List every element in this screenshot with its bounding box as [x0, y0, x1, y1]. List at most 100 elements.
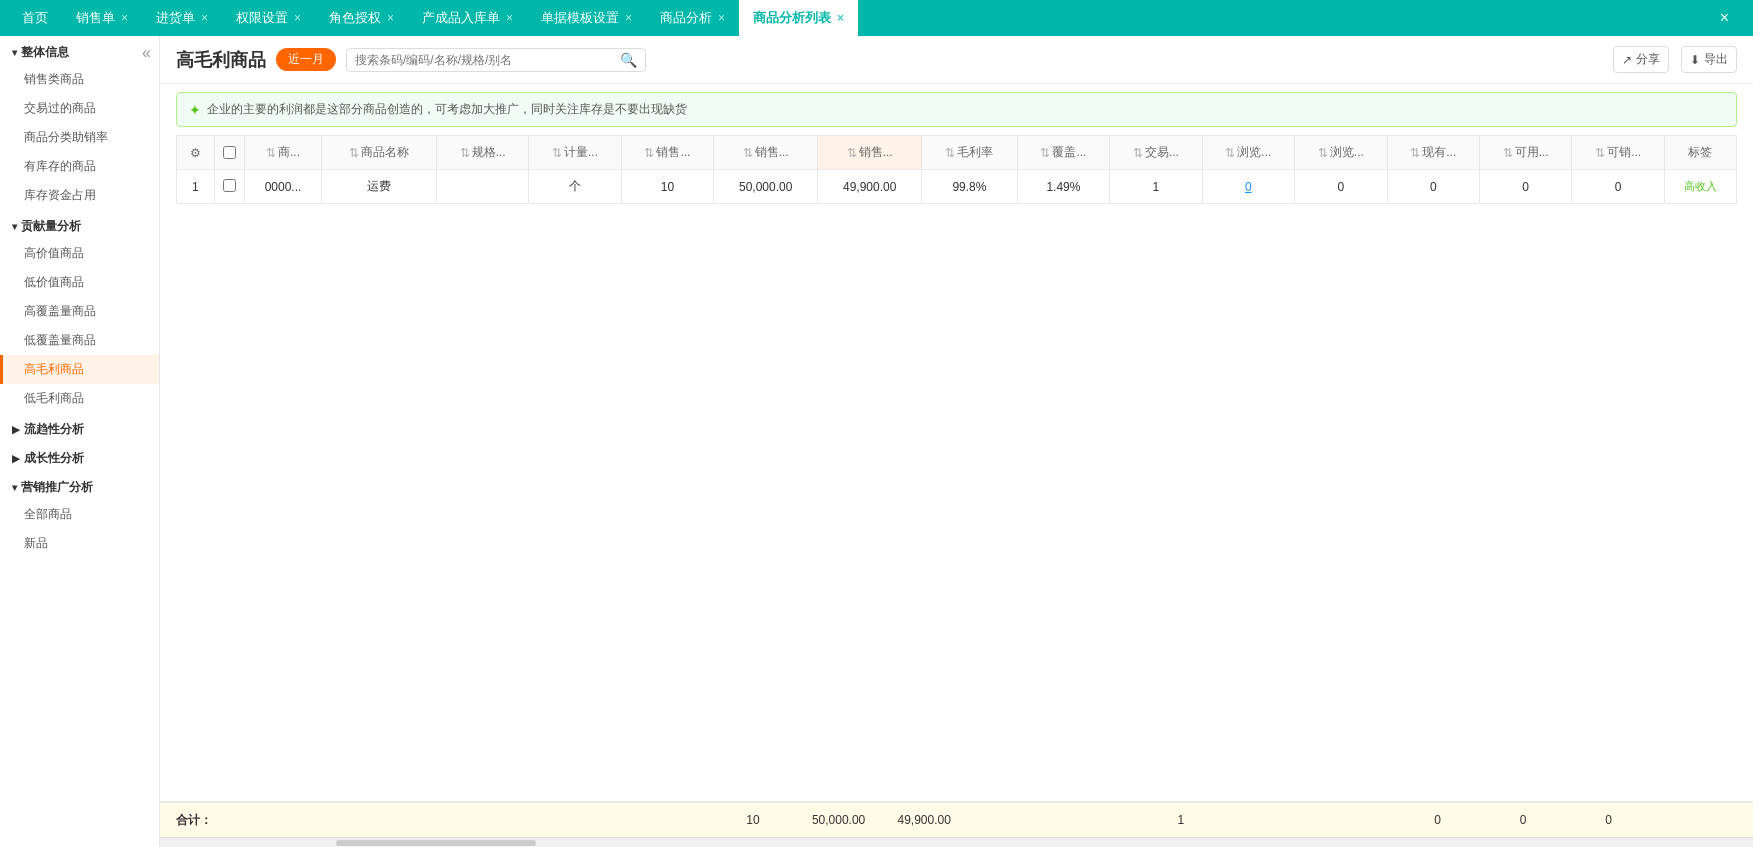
- nav-product-analysis-list[interactable]: 商品分析列表 ×: [739, 0, 858, 36]
- col-sales-profit[interactable]: ⇅销售...: [818, 136, 922, 170]
- item-label: 有库存的商品: [24, 159, 96, 173]
- scrollbar-thumb[interactable]: [336, 840, 536, 846]
- col-gross-margin[interactable]: ⇅毛利率: [922, 136, 1018, 170]
- close-icon[interactable]: ×: [201, 11, 208, 25]
- close-icon[interactable]: ×: [625, 11, 632, 25]
- cell-checkbox[interactable]: [214, 170, 244, 204]
- col-checkbox[interactable]: [214, 136, 244, 170]
- row-checkbox[interactable]: [223, 179, 236, 192]
- export-button[interactable]: ⬇ 导出: [1681, 46, 1737, 73]
- sidebar-item-low-coverage[interactable]: 低覆盖量商品: [0, 326, 159, 355]
- sidebar-item-all-products[interactable]: 全部商品: [0, 500, 159, 529]
- col-label: 可用...: [1515, 144, 1549, 161]
- footer-browse1: [1224, 811, 1310, 829]
- header-actions: ↗ 分享 ⬇ 导出: [1613, 46, 1737, 73]
- nav-label: 产成品入库单: [422, 9, 500, 27]
- search-input[interactable]: [355, 53, 620, 67]
- col-current-stock[interactable]: ⇅现有...: [1387, 136, 1479, 170]
- sidebar-group-trend[interactable]: ▶ 流趋性分析: [0, 413, 159, 442]
- cell-sales-qty: 10: [621, 170, 713, 204]
- export-icon: ⬇: [1690, 53, 1700, 67]
- sidebar-item-high-value[interactable]: 高价值商品: [0, 239, 159, 268]
- cell-unit: 个: [529, 170, 621, 204]
- sidebar-group-contribution[interactable]: ▾ 贡献量分析: [0, 210, 159, 239]
- close-icon[interactable]: ×: [121, 11, 128, 25]
- nav-purchase-order[interactable]: 进货单 ×: [142, 0, 222, 36]
- col-name[interactable]: ⇅商品名称: [322, 136, 436, 170]
- sidebar-group-marketing[interactable]: ▾ 营销推广分析: [0, 471, 159, 500]
- sort-icon: ⇅: [1225, 146, 1235, 160]
- share-button[interactable]: ↗ 分享: [1613, 46, 1669, 73]
- col-label: 可销...: [1607, 144, 1641, 161]
- col-label: 销售...: [755, 144, 789, 161]
- sidebar-item-in-stock[interactable]: 有库存的商品: [0, 152, 159, 181]
- cell-sales-amount: 50,000.00: [714, 170, 818, 204]
- notice-bar: ✦ 企业的主要的利润都是这部分商品创造的，可考虑加大推广，同时关注库存是不要出现…: [176, 92, 1737, 127]
- col-sales-qty[interactable]: ⇅销售...: [621, 136, 713, 170]
- cell-name: 运费: [322, 170, 436, 204]
- nav-product-inbound[interactable]: 产成品入库单 ×: [408, 0, 527, 36]
- sidebar-collapse-button[interactable]: «: [142, 44, 151, 62]
- cell-num: 1: [177, 170, 215, 204]
- sidebar-item-stock-capital[interactable]: 库存资金占用: [0, 181, 159, 210]
- table-container: ⚙ ⇅商... ⇅商品名称 ⇅规格...: [160, 135, 1753, 801]
- close-icon[interactable]: ×: [387, 11, 394, 25]
- sort-icon: ⇅: [349, 146, 359, 160]
- chevron-down-icon: ▾: [12, 221, 17, 232]
- close-icon[interactable]: ×: [506, 11, 513, 25]
- close-icon[interactable]: ×: [718, 11, 725, 25]
- cell-sellable-stock: 0: [1572, 170, 1664, 204]
- col-tag[interactable]: 标签: [1664, 136, 1736, 170]
- filter-recent-month-button[interactable]: 近一月: [276, 48, 336, 71]
- footer-sales-profit: 49,900.00: [881, 811, 967, 829]
- nav-label: 商品分析: [660, 9, 712, 27]
- nav-sales-order[interactable]: 销售单 ×: [62, 0, 142, 36]
- footer-spacer1: [256, 811, 305, 829]
- horizontal-scrollbar[interactable]: [160, 837, 1753, 847]
- cell-browse1[interactable]: 0: [1202, 170, 1294, 204]
- sidebar-item-low-margin[interactable]: 低毛利商品: [0, 384, 159, 413]
- sidebar-item-low-value[interactable]: 低价值商品: [0, 268, 159, 297]
- col-code[interactable]: ⇅商...: [244, 136, 322, 170]
- nav-permission-settings[interactable]: 权限设置 ×: [222, 0, 315, 36]
- col-sellable-stock[interactable]: ⇅可销...: [1572, 136, 1664, 170]
- footer-current-stock: 0: [1395, 811, 1481, 829]
- sidebar-group-growth[interactable]: ▶ 成长性分析: [0, 442, 159, 471]
- col-browse2[interactable]: ⇅浏览...: [1295, 136, 1387, 170]
- share-label: 分享: [1636, 51, 1660, 68]
- select-all-checkbox[interactable]: [223, 146, 236, 159]
- footer-spacer4: [439, 811, 539, 829]
- sidebar-item-category-rate[interactable]: 商品分类助销率: [0, 123, 159, 152]
- sidebar-item-new-products[interactable]: 新品: [0, 529, 159, 558]
- sidebar-group-overall[interactable]: ▾ 整体信息: [0, 36, 159, 65]
- col-unit[interactable]: ⇅计量...: [529, 136, 621, 170]
- cell-code: 0000...: [244, 170, 322, 204]
- chevron-right-icon: ▶: [12, 453, 20, 464]
- main-layout: « ▾ 整体信息 销售类商品 交易过的商品 商品分类助销率 有库存的商品 库存资…: [0, 36, 1753, 847]
- col-available-stock[interactable]: ⇅可用...: [1479, 136, 1571, 170]
- col-spec[interactable]: ⇅规格...: [436, 136, 528, 170]
- col-settings[interactable]: ⚙: [177, 136, 215, 170]
- col-coverage[interactable]: ⇅覆盖...: [1017, 136, 1109, 170]
- sidebar-item-high-coverage[interactable]: 高覆盖量商品: [0, 297, 159, 326]
- sidebar-item-traded-products[interactable]: 交易过的商品: [0, 94, 159, 123]
- search-icon[interactable]: 🔍: [620, 52, 637, 68]
- sidebar-item-sales-products[interactable]: 销售类商品: [0, 65, 159, 94]
- sidebar-item-high-margin[interactable]: 高毛利商品: [0, 355, 159, 384]
- col-sales-amount[interactable]: ⇅销售...: [714, 136, 818, 170]
- col-transaction[interactable]: ⇅交易...: [1110, 136, 1202, 170]
- nav-home[interactable]: 首页: [8, 0, 62, 36]
- close-all-icon[interactable]: ×: [1712, 9, 1737, 27]
- footer-available-stock: 0: [1480, 811, 1566, 829]
- group-label: 贡献量分析: [21, 218, 81, 235]
- nav-template-settings[interactable]: 单据模板设置 ×: [527, 0, 646, 36]
- close-icon[interactable]: ×: [294, 11, 301, 25]
- nav-role-auth[interactable]: 角色授权 ×: [315, 0, 408, 36]
- group-label: 流趋性分析: [24, 421, 84, 438]
- content-area: 高毛利商品 近一月 🔍 ↗ 分享 ⬇ 导出 ✦ 企业的主要的利润都是这部分商品创…: [160, 36, 1753, 847]
- export-label: 导出: [1704, 51, 1728, 68]
- group-label: 营销推广分析: [21, 479, 93, 496]
- nav-product-analysis[interactable]: 商品分析 ×: [646, 0, 739, 36]
- close-icon[interactable]: ×: [837, 11, 844, 25]
- col-browse1[interactable]: ⇅浏览...: [1202, 136, 1294, 170]
